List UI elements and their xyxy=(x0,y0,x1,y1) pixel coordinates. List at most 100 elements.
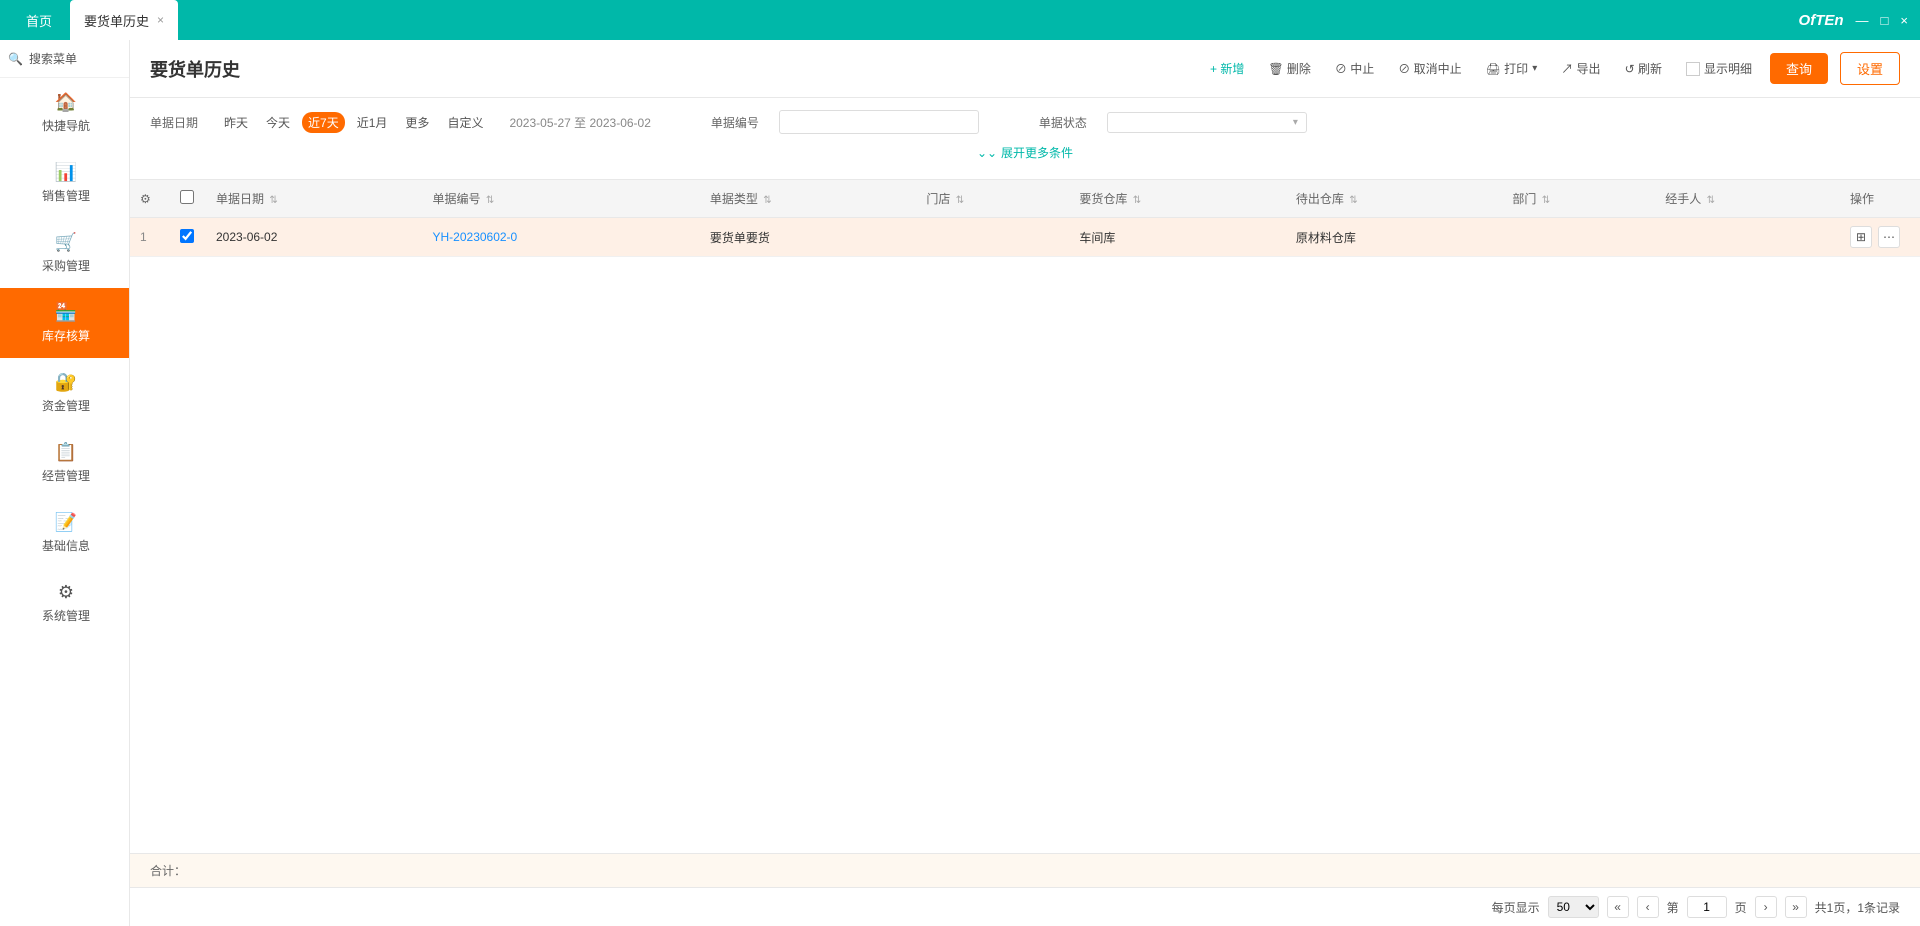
view-op-button[interactable]: ⊞ xyxy=(1850,226,1872,248)
expand-more-btn[interactable]: ⌄⌄ 展开更多条件 xyxy=(977,144,1073,161)
cancel-stop-button[interactable]: ⊘ 取消中止 xyxy=(1392,56,1467,81)
data-table: ⚙ 单据日期 ⇅ 单据编号 ⇅ 单据类型 ⇅ 门店 ⇅ 要货仓库 ⇅ 待出仓库 … xyxy=(130,180,1920,257)
sidebar-item-inventory[interactable]: 🏪 库存核算 xyxy=(0,288,129,358)
per-page-label: 每页显示 xyxy=(1492,899,1540,916)
select-all-checkbox[interactable] xyxy=(180,190,194,204)
cell-handler xyxy=(1655,218,1840,257)
query-button[interactable]: 查询 xyxy=(1770,53,1828,84)
basic-icon: 📝 xyxy=(55,512,77,533)
chart-icon: 📊 xyxy=(55,162,77,183)
home-icon: 🏠 xyxy=(55,92,77,113)
window-controls: OfTEn — □ × xyxy=(1799,12,1908,29)
filter-area: 单据日期 昨天 今天 近7天 近1月 更多 自定义 2023-05-27 至 2… xyxy=(130,98,1920,180)
sort-doc-date-icon: ⇅ xyxy=(269,195,277,206)
date-range-display: 2023-05-27 至 2023-06-02 xyxy=(509,114,650,131)
sidebar-item-quick-nav[interactable]: 🏠 快捷导航 xyxy=(0,78,129,148)
stop-button[interactable]: ⊘ 中止 xyxy=(1329,56,1380,81)
show-detail-toggle[interactable]: 显示明细 xyxy=(1680,56,1758,81)
date-label: 单据日期 xyxy=(150,114,198,131)
cell-department xyxy=(1502,218,1655,257)
date-today[interactable]: 今天 xyxy=(260,112,296,133)
cell-doc-no: YH-20230602-0 xyxy=(423,218,700,257)
sidebar-item-purchase[interactable]: 🛒 采购管理 xyxy=(0,218,129,288)
per-page-select[interactable]: 50 100 200 xyxy=(1548,896,1599,918)
cell-doc-type: 要货单要货 xyxy=(700,218,917,257)
doc-no-label: 单据编号 xyxy=(711,114,759,131)
date-1month[interactable]: 近1月 xyxy=(351,112,394,133)
page-input[interactable] xyxy=(1687,896,1727,918)
sort-pending-wh-icon: ⇅ xyxy=(1349,195,1357,206)
sort-req-wh-icon: ⇅ xyxy=(1133,195,1141,206)
sort-store-icon: ⇅ xyxy=(956,195,964,206)
more-op-button[interactable]: ⋯ xyxy=(1878,226,1900,248)
col-settings[interactable]: ⚙ xyxy=(130,180,170,218)
date-filter-buttons: 昨天 今天 近7天 近1月 更多 自定义 xyxy=(218,112,489,133)
tab-history[interactable]: 要货单历史 × xyxy=(70,0,178,40)
minimize-btn[interactable]: — xyxy=(1856,13,1869,28)
header-actions: + 新增 🗑 删除 ⊘ 中止 ⊘ 取消中止 🖨 打印 ▾ ↗ 导出 ↺ 刷新 显… xyxy=(1204,52,1900,85)
date-custom[interactable]: 自定义 xyxy=(441,112,489,133)
table-row: 1 2023-06-02 YH-20230602-0 要货单要货 车间库 原材料… xyxy=(130,218,1920,257)
page-title: 要货单历史 xyxy=(150,56,240,82)
prev-page-btn[interactable]: ‹ xyxy=(1637,896,1659,918)
page-label: 第 xyxy=(1667,899,1679,916)
show-detail-checkbox[interactable] xyxy=(1686,62,1700,76)
cell-checkbox xyxy=(170,218,206,257)
cell-store xyxy=(916,218,1069,257)
search-icon: 🔍 xyxy=(8,52,23,66)
main-layout: 🔍 搜索菜单 🏠 快捷导航 📊 销售管理 🛒 采购管理 🏪 库存核算 🔐 资金管… xyxy=(0,40,1920,926)
export-button[interactable]: ↗ 导出 xyxy=(1555,56,1606,81)
status-select[interactable]: ▾ xyxy=(1107,112,1307,133)
row-checkbox[interactable] xyxy=(180,229,194,243)
sidebar-item-sales[interactable]: 📊 销售管理 xyxy=(0,148,129,218)
col-store[interactable]: 门店 ⇅ xyxy=(916,180,1069,218)
expand-icon: ⌄⌄ xyxy=(977,146,997,160)
sidebar-search[interactable]: 🔍 搜索菜单 xyxy=(0,40,129,78)
cell-pending-warehouse: 原材料仓库 xyxy=(1286,218,1503,257)
col-doc-no[interactable]: 单据编号 ⇅ xyxy=(423,180,700,218)
print-dropdown-icon[interactable]: ▾ xyxy=(1532,63,1537,74)
col-department[interactable]: 部门 ⇅ xyxy=(1502,180,1655,218)
doc-no-input[interactable] xyxy=(779,110,979,134)
close-tab-icon[interactable]: × xyxy=(157,13,164,27)
sidebar-item-finance[interactable]: 🔐 资金管理 xyxy=(0,358,129,428)
col-doc-date[interactable]: 单据日期 ⇅ xyxy=(206,180,423,218)
table-header-row: ⚙ 单据日期 ⇅ 单据编号 ⇅ 单据类型 ⇅ 门店 ⇅ 要货仓库 ⇅ 待出仓库 … xyxy=(130,180,1920,218)
first-page-btn[interactable]: « xyxy=(1607,896,1629,918)
row-operations: ⊞ ⋯ xyxy=(1850,226,1910,248)
col-ops: 操作 xyxy=(1840,180,1920,218)
last-page-btn[interactable]: » xyxy=(1785,896,1807,918)
settings-button[interactable]: 设置 xyxy=(1840,52,1900,85)
tab-home[interactable]: 首页 xyxy=(12,0,66,40)
print-button[interactable]: 🖨 打印 ▾ xyxy=(1480,56,1544,81)
col-req-warehouse[interactable]: 要货仓库 ⇅ xyxy=(1069,180,1286,218)
sort-doc-type-icon: ⇅ xyxy=(763,195,771,206)
sort-handler-icon: ⇅ xyxy=(1707,195,1715,206)
close-window-btn[interactable]: × xyxy=(1900,13,1908,28)
col-handler[interactable]: 经手人 ⇅ xyxy=(1655,180,1840,218)
total-info: 共1页，1条记录 xyxy=(1815,899,1900,916)
sidebar-item-operation[interactable]: 📋 经营管理 xyxy=(0,428,129,498)
new-button[interactable]: + 新增 xyxy=(1204,56,1250,81)
warehouse-icon: 🏪 xyxy=(55,302,77,323)
date-more[interactable]: 更多 xyxy=(399,112,435,133)
col-doc-type[interactable]: 单据类型 ⇅ xyxy=(700,180,917,218)
select-dropdown-icon: ▾ xyxy=(1293,117,1298,128)
doc-no-link[interactable]: YH-20230602-0 xyxy=(433,230,518,244)
expand-row: ⌄⌄ 展开更多条件 xyxy=(150,144,1900,179)
sidebar-item-system[interactable]: ⚙ 系统管理 xyxy=(0,568,129,638)
sidebar-item-basic[interactable]: 📝 基础信息 xyxy=(0,498,129,568)
operation-icon: 📋 xyxy=(55,442,77,463)
cell-req-warehouse: 车间库 xyxy=(1069,218,1286,257)
delete-button[interactable]: 🗑 删除 xyxy=(1262,56,1317,81)
col-pending-warehouse[interactable]: 待出仓库 ⇅ xyxy=(1286,180,1503,218)
filter-row-1: 单据日期 昨天 今天 近7天 近1月 更多 自定义 2023-05-27 至 2… xyxy=(150,110,1900,134)
sidebar: 🔍 搜索菜单 🏠 快捷导航 📊 销售管理 🛒 采购管理 🏪 库存核算 🔐 资金管… xyxy=(0,40,130,926)
date-yesterday[interactable]: 昨天 xyxy=(218,112,254,133)
next-page-btn[interactable]: › xyxy=(1755,896,1777,918)
date-7days[interactable]: 近7天 xyxy=(302,112,345,133)
sort-doc-no-icon: ⇅ xyxy=(486,195,494,206)
refresh-button[interactable]: ↺ 刷新 xyxy=(1619,56,1668,81)
maximize-btn[interactable]: □ xyxy=(1881,13,1889,28)
top-bar: 首页 要货单历史 × OfTEn — □ × xyxy=(0,0,1920,40)
